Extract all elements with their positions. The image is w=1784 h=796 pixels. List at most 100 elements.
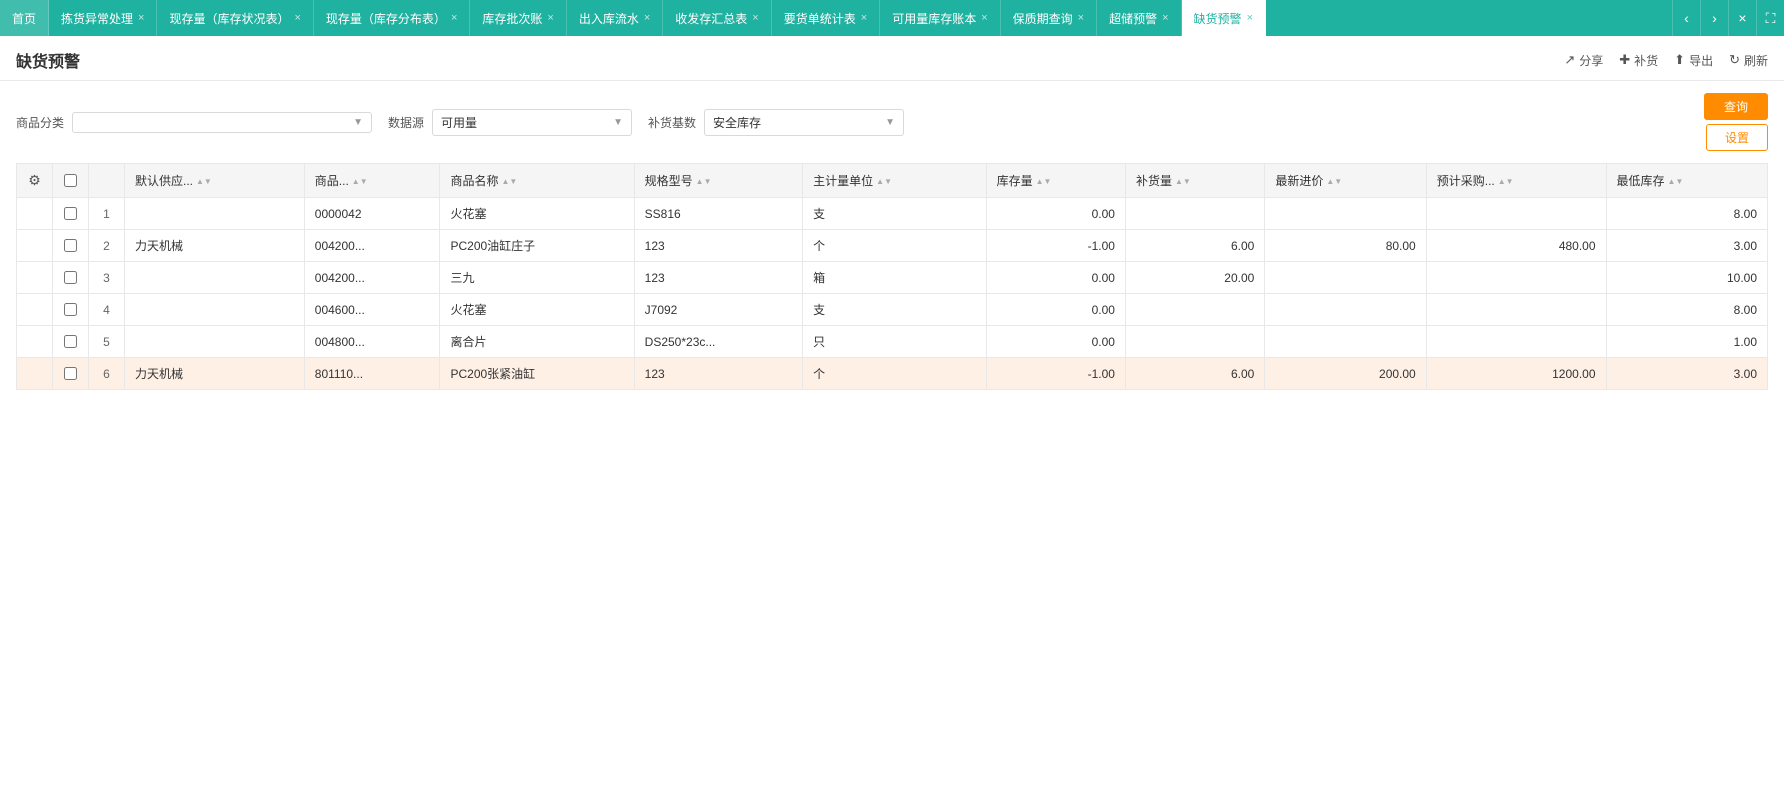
row-checkbox[interactable]	[64, 303, 77, 316]
select-all-checkbox[interactable]	[64, 174, 77, 187]
col-header-unit[interactable]: 主计量单位▲▼	[803, 164, 986, 198]
replenish-basis-select[interactable]: 安全库存 ▼	[704, 109, 904, 136]
replenish-basis-select-value: 安全库存	[713, 114, 761, 131]
tab-close-overstock[interactable]: ×	[1162, 12, 1168, 24]
col-header-spec[interactable]: 规格型号▲▼	[634, 164, 803, 198]
refresh-label: 刷新	[1744, 52, 1768, 69]
cell-default_supplier	[125, 294, 305, 326]
row-settings-cell	[17, 294, 53, 326]
cell-spec: SS816	[634, 198, 803, 230]
query-button[interactable]: 查询	[1704, 93, 1768, 120]
row-checkbox-cell[interactable]	[53, 262, 89, 294]
cell-default_supplier: 力天机械	[125, 230, 305, 262]
col-header-product_name[interactable]: 商品名称▲▼	[440, 164, 634, 198]
tab-recv-summary[interactable]: 收发存汇总表×	[663, 0, 771, 36]
sort-icon-latest_price: ▲▼	[1326, 178, 1342, 186]
cell-min_stock: 3.00	[1606, 230, 1767, 262]
share-icon: ↗	[1564, 52, 1575, 68]
cell-product_code: 004600...	[304, 294, 440, 326]
row-index: 4	[89, 294, 125, 326]
col-label-latest_price: 最新进价▲▼	[1275, 174, 1342, 188]
row-checkbox-cell[interactable]	[53, 326, 89, 358]
cell-est_purchase	[1426, 326, 1606, 358]
tab-order-stats[interactable]: 要货单统计表×	[772, 0, 880, 36]
tab-label-stock-dist: 现存量（库存分布表）	[326, 10, 446, 27]
tab-close-abnormal[interactable]: ×	[138, 12, 144, 24]
gear-icon[interactable]: ⚙	[28, 172, 41, 188]
cell-unit: 箱	[803, 262, 986, 294]
tab-abnormal[interactable]: 拣货异常处理×	[49, 0, 157, 36]
tab-inout-flow[interactable]: 出入库流水×	[567, 0, 663, 36]
category-select[interactable]: ▼	[72, 112, 372, 133]
tab-close-batch-account[interactable]: ×	[547, 12, 553, 24]
tab-stock-dist[interactable]: 现存量（库存分布表） ×	[314, 0, 470, 36]
tab-stock-status[interactable]: 现存量（库存状况表）×	[157, 0, 313, 36]
row-checkbox-cell[interactable]	[53, 294, 89, 326]
col-label-min_stock: 最低库存▲▼	[1617, 174, 1684, 188]
tab-close-stock-dist[interactable]: ×	[451, 12, 457, 24]
col-label-stock_qty: 库存量▲▼	[997, 174, 1052, 188]
tab-close-recv-summary[interactable]: ×	[752, 12, 758, 24]
col-header-settings: ⚙	[17, 164, 53, 198]
tab-expand-button[interactable]: ⛶	[1756, 0, 1784, 36]
row-checkbox[interactable]	[64, 239, 77, 252]
col-header-min_stock[interactable]: 最低库存▲▼	[1606, 164, 1767, 198]
col-label-unit: 主计量单位▲▼	[813, 174, 892, 188]
col-header-stock_qty[interactable]: 库存量▲▼	[986, 164, 1125, 198]
col-header-index	[89, 164, 125, 198]
row-checkbox[interactable]	[64, 271, 77, 284]
tab-batch-account[interactable]: 库存批次账×	[470, 0, 566, 36]
tab-close-expiry-query[interactable]: ×	[1078, 12, 1084, 24]
row-checkbox-cell[interactable]	[53, 198, 89, 230]
tab-home[interactable]: 首页	[0, 0, 49, 36]
tab-label-shortage: 缺货预警	[1194, 10, 1242, 27]
tab-close-available-ledger[interactable]: ×	[981, 12, 987, 24]
cell-unit: 个	[803, 358, 986, 390]
cell-stock_qty: 0.00	[986, 198, 1125, 230]
datasource-chevron-icon: ▼	[613, 117, 623, 128]
tab-close-all-button[interactable]: ×	[1728, 0, 1756, 36]
tab-shortage[interactable]: 缺货预警 ×	[1182, 0, 1266, 36]
col-header-replenish_qty[interactable]: 补货量▲▼	[1125, 164, 1264, 198]
row-checkbox-cell[interactable]	[53, 230, 89, 262]
col-header-latest_price[interactable]: 最新进价▲▼	[1265, 164, 1426, 198]
col-header-est_purchase[interactable]: 预计采购...▲▼	[1426, 164, 1606, 198]
row-settings-cell	[17, 326, 53, 358]
tab-close-inout-flow[interactable]: ×	[644, 12, 650, 24]
sort-icon-default_supplier: ▲▼	[196, 178, 212, 186]
share-action[interactable]: ↗分享	[1564, 52, 1603, 69]
settings-button[interactable]: 设置	[1706, 124, 1768, 151]
row-checkbox[interactable]	[64, 367, 77, 380]
refresh-action[interactable]: ↻刷新	[1729, 52, 1768, 69]
sort-icon-unit: ▲▼	[876, 178, 892, 186]
cell-min_stock: 3.00	[1606, 358, 1767, 390]
col-label-est_purchase: 预计采购...▲▼	[1437, 174, 1514, 188]
tab-close-order-stats[interactable]: ×	[861, 12, 867, 24]
replenish-action[interactable]: ✚补货	[1619, 52, 1658, 69]
cell-est_purchase: 1200.00	[1426, 358, 1606, 390]
tab-overstock[interactable]: 超储预警×	[1097, 0, 1181, 36]
cell-min_stock: 8.00	[1606, 294, 1767, 326]
cell-product_name: 火花塞	[440, 198, 634, 230]
tab-prev-button[interactable]: ‹	[1672, 0, 1700, 36]
tab-expiry-query[interactable]: 保质期查询 ×	[1001, 0, 1097, 36]
row-checkbox[interactable]	[64, 335, 77, 348]
export-action[interactable]: ⬆导出	[1674, 52, 1713, 69]
tab-close-shortage[interactable]: ×	[1247, 12, 1253, 24]
tab-close-stock-status[interactable]: ×	[294, 12, 300, 24]
col-header-default_supplier[interactable]: 默认供应...▲▼	[125, 164, 305, 198]
tab-label-expiry-query: 保质期查询	[1013, 10, 1073, 27]
replenish-basis-chevron-icon: ▼	[885, 117, 895, 128]
tab-nav-buttons: ‹ › × ⛶	[1672, 0, 1784, 36]
cell-latest_price: 80.00	[1265, 230, 1426, 262]
cell-est_purchase	[1426, 198, 1606, 230]
datasource-select[interactable]: 可用量 ▼	[432, 109, 632, 136]
col-header-product_code[interactable]: 商品...▲▼	[304, 164, 440, 198]
row-checkbox[interactable]	[64, 207, 77, 220]
tab-available-ledger[interactable]: 可用量库存账本×	[880, 0, 1000, 36]
col-header-checkbox	[53, 164, 89, 198]
filter-area: 商品分类 ▼ 数据源 可用量 ▼ 补货基数 安全库存 ▼ 查询 设置	[0, 81, 1784, 163]
cell-product_name: 火花塞	[440, 294, 634, 326]
tab-next-button[interactable]: ›	[1700, 0, 1728, 36]
row-checkbox-cell[interactable]	[53, 358, 89, 390]
